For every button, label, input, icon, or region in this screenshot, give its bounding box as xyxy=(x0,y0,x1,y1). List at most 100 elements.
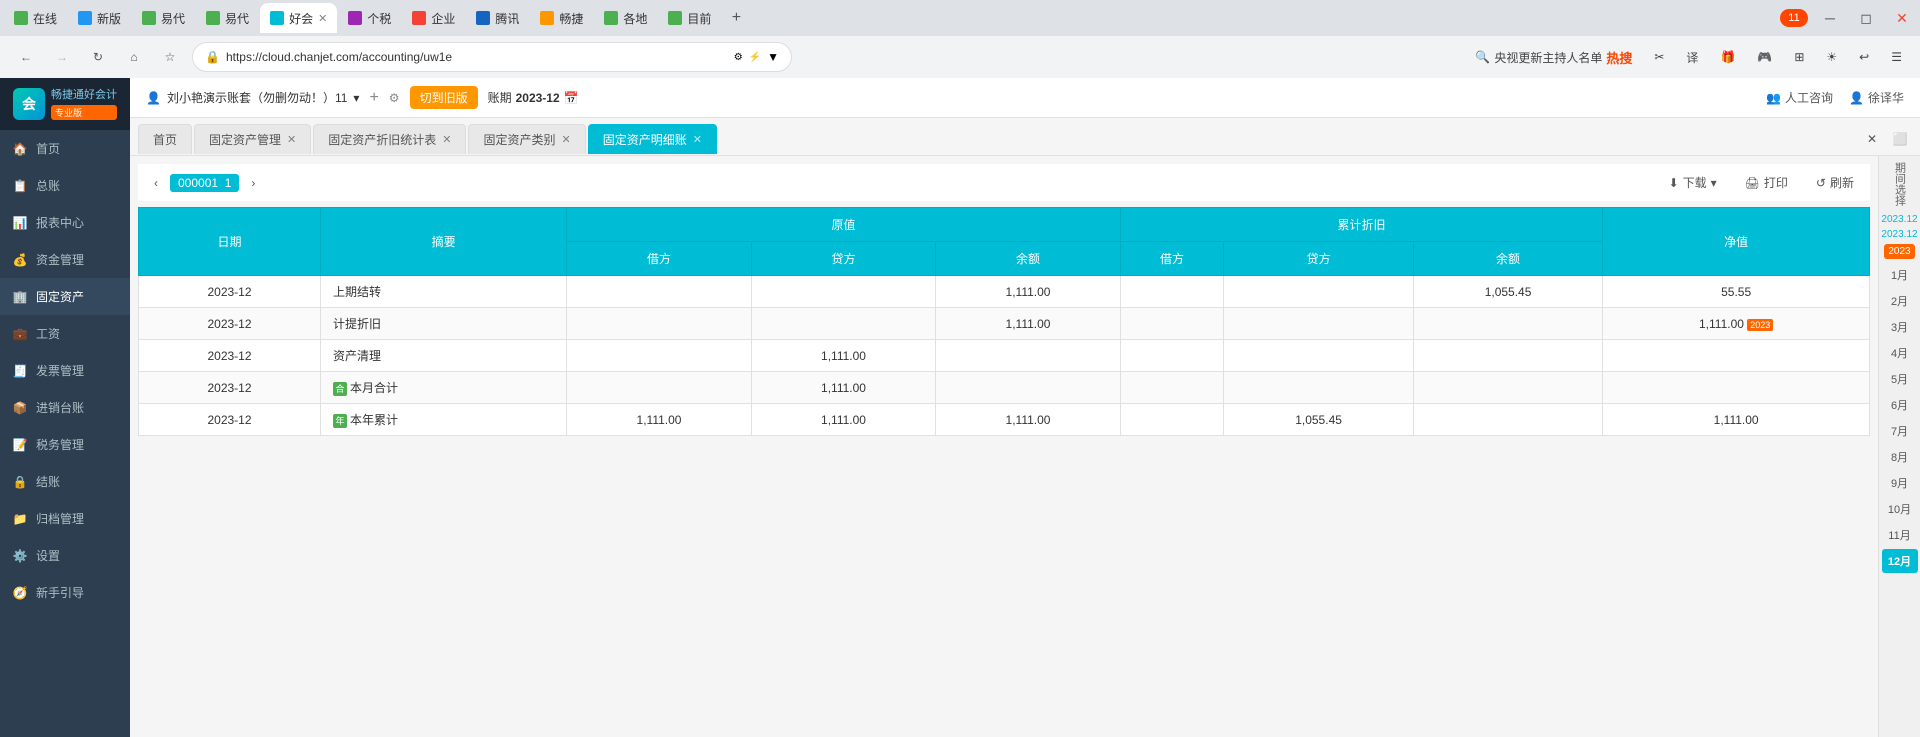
month-5[interactable]: 5月 xyxy=(1882,367,1918,391)
browser-tab-tencent[interactable]: 腾讯 xyxy=(466,3,529,33)
user-profile[interactable]: 👤 徐译华 xyxy=(1849,89,1904,106)
sidebar-item-settings[interactable]: ⚙️ 设置 xyxy=(0,537,130,574)
month-10[interactable]: 10月 xyxy=(1882,497,1918,521)
period-value: 2023-12 xyxy=(516,91,560,105)
tab-depreciation-stats[interactable]: 固定资产折旧统计表 ✕ xyxy=(313,124,466,154)
browser-tab-changjie[interactable]: 畅捷 xyxy=(530,3,593,33)
month-8[interactable]: 8月 xyxy=(1882,445,1918,469)
sidebar-item-guide[interactable]: 🧭 新手引导 xyxy=(0,574,130,611)
month-6[interactable]: 6月 xyxy=(1882,393,1918,417)
maximize-button[interactable]: ◻ xyxy=(1852,4,1880,32)
close-fixed-assets-mgmt-tab[interactable]: ✕ xyxy=(287,133,296,146)
prev-page-button[interactable]: ‹ xyxy=(146,173,166,193)
sidebar-item-reports[interactable]: 📊 报表中心 xyxy=(0,204,130,241)
dropdown-chevron-icon[interactable]: ▾ xyxy=(353,91,359,105)
tab-label-geshui: 个税 xyxy=(367,10,391,27)
brightness-tool[interactable]: ☀ xyxy=(1820,48,1843,66)
cell-acc-credit-0 xyxy=(1224,276,1413,308)
browser-tab-geshui[interactable]: 个税 xyxy=(338,3,401,33)
settings-gear-icon[interactable]: ⚙ xyxy=(389,91,400,105)
cell-summary-4: 年本年累计 xyxy=(321,404,567,436)
sidebar-item-fixed-assets[interactable]: 🏢 固定资产 xyxy=(0,278,130,315)
browser-toolbar-right: 🔍 央视更新主持人名单 热搜 ✂ 译 🎁 🎮 ⊞ ☀ ↩ ☰ xyxy=(1469,46,1908,69)
th-orig-credit: 贷方 xyxy=(751,242,936,276)
calendar-icon[interactable]: 📅 xyxy=(564,91,579,105)
tab-depreciation-stats-label: 固定资产折旧统计表 xyxy=(328,131,436,148)
period-selector: 账期 2023-12 📅 xyxy=(488,89,579,106)
translate-tool[interactable]: 译 xyxy=(1680,47,1704,68)
bookmark-button[interactable]: ☆ xyxy=(156,43,184,71)
support-button[interactable]: 👥 人工咨询 xyxy=(1766,89,1833,106)
tab-home[interactable]: 首页 xyxy=(138,124,192,154)
search-bar[interactable]: 🔍 央视更新主持人名单 热搜 xyxy=(1469,46,1638,69)
month-2[interactable]: 2月 xyxy=(1882,289,1918,313)
sidebar-item-inventory[interactable]: 📦 进销台账 xyxy=(0,389,130,426)
year-button[interactable]: 2023 xyxy=(1884,244,1914,259)
cell-acc-balance-0: 1,055.45 xyxy=(1413,276,1602,308)
close-tab-button[interactable]: ✕ xyxy=(1860,127,1884,151)
right-period-panel: 期间选择 2023.12 2023.12 2023 1月 2月 3月 4月 5月… xyxy=(1878,156,1920,737)
month-4[interactable]: 4月 xyxy=(1882,341,1918,365)
minimize-button[interactable]: ─ xyxy=(1816,4,1844,32)
close-depreciation-stats-tab[interactable]: ✕ xyxy=(442,133,451,146)
close-fixed-assets-category-tab[interactable]: ✕ xyxy=(562,133,571,146)
sidebar-item-home[interactable]: 🏠 首页 xyxy=(0,130,130,167)
browser-tab-yidai1[interactable]: 易代 xyxy=(132,3,195,33)
month-3[interactable]: 3月 xyxy=(1882,315,1918,339)
period-date-selected1[interactable]: 2023.12 xyxy=(1881,214,1917,225)
close-window-button[interactable]: ✕ xyxy=(1888,4,1916,32)
dropdown-icon[interactable]: ▼ xyxy=(767,50,779,64)
tab-fixed-assets-detail[interactable]: 固定资产明细账 ✕ xyxy=(588,124,717,154)
sidebar-item-invoices[interactable]: 🧾 发票管理 xyxy=(0,352,130,389)
browser-tab-close-haohui[interactable]: ✕ xyxy=(318,12,327,25)
month-11[interactable]: 11月 xyxy=(1882,523,1918,547)
month-7[interactable]: 7月 xyxy=(1882,419,1918,443)
undo-tool[interactable]: ↩ xyxy=(1853,48,1875,66)
browser-tab-online[interactable]: 在线 xyxy=(4,3,67,33)
th-acc-balance: 余额 xyxy=(1413,242,1602,276)
month-12[interactable]: 12月 xyxy=(1882,549,1918,573)
close-fixed-assets-detail-tab[interactable]: ✕ xyxy=(693,133,702,146)
apps-tool[interactable]: ⊞ xyxy=(1788,48,1810,66)
back-button[interactable]: ← xyxy=(12,43,40,71)
next-page-button[interactable]: › xyxy=(243,173,263,193)
restore-tab-button[interactable]: ⬜ xyxy=(1888,127,1912,151)
browser-tab-muqian[interactable]: 目前 xyxy=(658,3,721,33)
version-switch-button[interactable]: 切到旧版 xyxy=(410,86,478,109)
sidebar-item-archive[interactable]: 📁 归档管理 xyxy=(0,500,130,537)
browser-tab-new[interactable]: 新版 xyxy=(68,3,131,33)
cell-orig-credit-2: 1,111.00 xyxy=(751,340,936,372)
month-1[interactable]: 1月 xyxy=(1882,263,1918,287)
sidebar-item-tax[interactable]: 📝 税务管理 xyxy=(0,426,130,463)
print-button[interactable]: 🖨 打印 xyxy=(1737,170,1796,195)
sidebar-item-general-ledger[interactable]: 📋 总账 xyxy=(0,167,130,204)
user-company-name: 刘小艳演示账套（勿删勿动！）11 xyxy=(167,89,347,106)
period-date-selected2[interactable]: 2023.12 xyxy=(1881,229,1917,240)
tab-fixed-assets-category[interactable]: 固定资产类别 ✕ xyxy=(468,124,585,154)
sidebar-item-closing[interactable]: 🔒 结账 xyxy=(0,463,130,500)
browser-tab-qiye[interactable]: 企业 xyxy=(402,3,465,33)
refresh-ledger-button[interactable]: ↺ 刷新 xyxy=(1808,170,1862,195)
browser-tab-gedi[interactable]: 各地 xyxy=(594,3,657,33)
game-tool[interactable]: 🎮 xyxy=(1751,48,1778,66)
lightning-icon: ⚡ xyxy=(749,52,761,63)
url-input-box[interactable]: 🔒 https://cloud.chanjet.com/accounting/u… xyxy=(192,42,792,72)
cell-orig-balance-2 xyxy=(936,340,1121,372)
sidebar-item-salary[interactable]: 💼 工资 xyxy=(0,315,130,352)
menu-tool[interactable]: ☰ xyxy=(1885,48,1908,66)
refresh-browser-button[interactable]: ↻ xyxy=(84,43,112,71)
download-button[interactable]: ⬇ 下载 ▾ xyxy=(1661,170,1725,195)
browser-tab-yidai2[interactable]: 易代 xyxy=(196,3,259,33)
cut-tool[interactable]: ✂ xyxy=(1648,48,1670,66)
month-9[interactable]: 9月 xyxy=(1882,471,1918,495)
forward-button[interactable]: → xyxy=(48,43,76,71)
home-browser-button[interactable]: ⌂ xyxy=(120,43,148,71)
wallet-tool[interactable]: 🎁 xyxy=(1714,48,1741,66)
add-company-button[interactable]: + xyxy=(369,89,378,107)
cell-orig-debit-1 xyxy=(567,308,752,340)
sidebar-item-funds[interactable]: 💰 资金管理 xyxy=(0,241,130,278)
browser-tab-haohui[interactable]: 好会 ✕ xyxy=(260,3,337,33)
badge-count[interactable]: 11 xyxy=(1780,9,1808,27)
tab-fixed-assets-mgmt[interactable]: 固定资产管理 ✕ xyxy=(194,124,311,154)
new-tab-button[interactable]: + xyxy=(722,4,750,32)
